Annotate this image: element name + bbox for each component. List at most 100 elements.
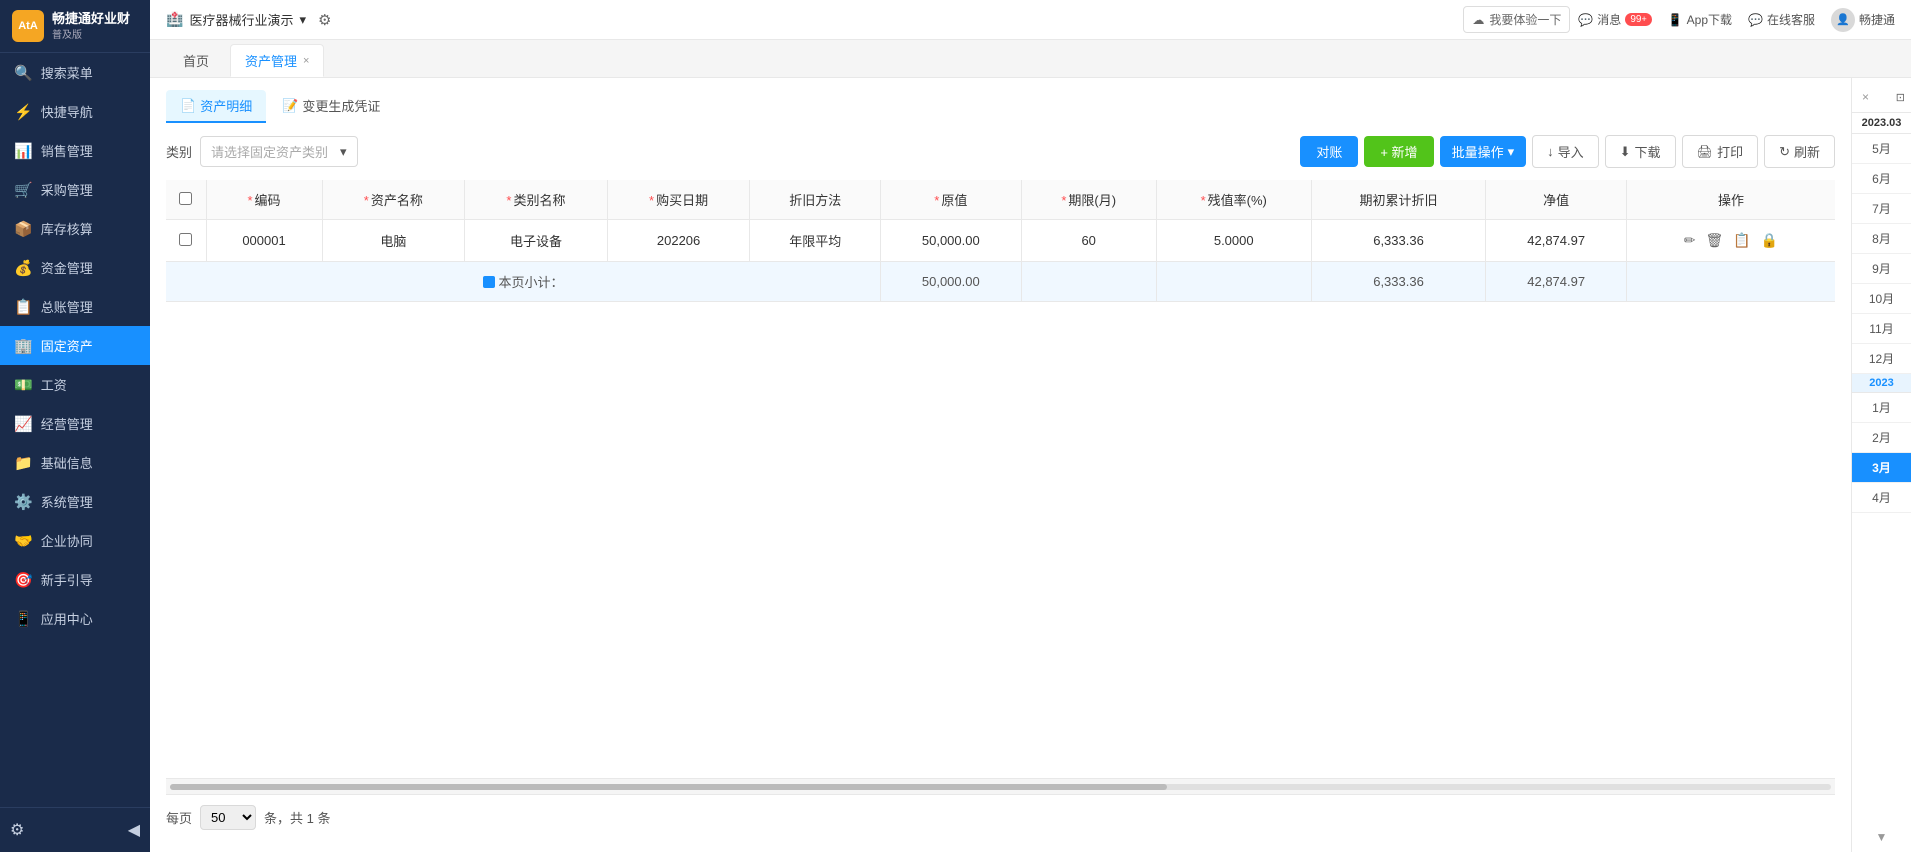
settings-button[interactable]: ⚙ (0, 814, 34, 846)
sidebar-item-sales[interactable]: 📊 销售管理 (0, 131, 150, 170)
collapse-button[interactable]: ◀ (118, 814, 150, 846)
horizontal-scrollbar[interactable] (166, 778, 1835, 794)
batch-ops-arrow-icon: ▾ (1508, 144, 1515, 160)
month-item-3[interactable]: 3月 (1852, 453, 1911, 483)
cell-checkbox (166, 220, 206, 262)
print-button[interactable]: 🖨 打印 (1682, 135, 1759, 168)
cell-net-value: 42,874.97 (1486, 220, 1627, 262)
per-page-select[interactable]: 50 100 200 (200, 805, 256, 830)
month-item-11[interactable]: 11月 (1852, 314, 1911, 344)
experience-button[interactable]: ☁ 我要体验一下 (1463, 6, 1570, 33)
new-button[interactable]: + 新增 (1364, 136, 1433, 167)
sidebar-item-system[interactable]: ⚙️ 系统管理 (0, 482, 150, 521)
panel-expand-icon[interactable]: ⊡ (1896, 91, 1905, 104)
sidebar-item-enterprise[interactable]: 🤝 企业协同 (0, 521, 150, 560)
month-item-10[interactable]: 10月 (1852, 284, 1911, 314)
company-selector[interactable]: 🏥 医疗器械行业演示 ▾ (166, 10, 306, 29)
table-row: 000001 电脑 电子设备 202206 年限平均 50,000.00 60 … (166, 220, 1835, 262)
ledger-icon: 📋 (14, 298, 33, 316)
cell-action: ✏ 🗑 📋 🔒 (1626, 220, 1835, 262)
sidebar-item-payroll[interactable]: 💵 工资 (0, 365, 150, 404)
right-panel: × ⊡ 2023.03 5月 6月 7月 8月 9月 10月 11月 12月 2… (1851, 78, 1911, 852)
month-item-9[interactable]: 9月 (1852, 254, 1911, 284)
month-item-8[interactable]: 8月 (1852, 224, 1911, 254)
month-item-12[interactable]: 12月 (1852, 344, 1911, 374)
basicinfo-icon: 📁 (14, 454, 33, 472)
subtotal-row: 本页小计： 50,000.00 6,333.36 42,874.97 (166, 262, 1835, 302)
quicknav-icon: ⚡ (14, 103, 33, 121)
avatar: 👤 (1831, 8, 1855, 32)
payroll-icon: 💵 (14, 376, 33, 394)
col-depreciation-method: 折旧方法 (750, 180, 881, 220)
cell-period: 60 (1021, 220, 1156, 262)
panel-close-icon[interactable]: × (1858, 86, 1873, 108)
subtotal-initial-accumulated: 6,333.36 (1311, 262, 1486, 302)
tab-home[interactable]: 首页 (166, 44, 226, 77)
sidebar-item-operations[interactable]: 📈 经营管理 (0, 404, 150, 443)
sidebar-item-guide[interactable]: 🎯 新手引导 (0, 560, 150, 599)
lock-button[interactable]: 🔒 (1759, 230, 1780, 251)
table-header-row: *编码 *资产名称 *类别名称 *购买日期 折旧方法 *原值 *期限(月) *残… (166, 180, 1835, 220)
copy-button[interactable]: 📋 (1731, 230, 1752, 251)
batch-ops-button[interactable]: 批量操作 ▾ (1440, 136, 1527, 167)
cell-name: 电脑 (322, 220, 465, 262)
tab-asset-management[interactable]: 资产管理 × (230, 44, 324, 77)
fixed-assets-icon: 🏢 (14, 337, 33, 355)
import-button[interactable]: ↓ 导入 (1532, 135, 1599, 168)
month-item-6[interactable]: 6月 (1852, 164, 1911, 194)
refresh-button[interactable]: ↻ 刷新 (1764, 135, 1835, 168)
month-item-5[interactable]: 5月 (1852, 134, 1911, 164)
col-initial-accumulated: 期初累计折旧 (1311, 180, 1486, 220)
delete-button[interactable]: 🗑 (1704, 230, 1726, 251)
right-panel-header: × ⊡ (1852, 82, 1911, 113)
sidebar-item-ledger[interactable]: 📋 总账管理 (0, 287, 150, 326)
month-item-7[interactable]: 7月 (1852, 194, 1911, 224)
sidebar-item-purchase[interactable]: 🛒 采购管理 (0, 170, 150, 209)
filter-label: 类别 (166, 142, 192, 161)
appcenter-icon: 📱 (14, 610, 33, 628)
app-download-button[interactable]: 📱 App下载 (1668, 11, 1732, 28)
sidebar-item-app-center[interactable]: 📱 应用中心 (0, 599, 150, 638)
online-service-button[interactable]: 💬 在线客服 (1748, 11, 1815, 28)
col-action: 操作 (1626, 180, 1835, 220)
col-checkbox (166, 180, 206, 220)
download-icon: 📱 (1668, 13, 1683, 27)
user-menu[interactable]: 👤 畅捷通 (1831, 8, 1895, 32)
sidebar-item-fund[interactable]: 💰 资金管理 (0, 248, 150, 287)
topbar: 🏥 医疗器械行业演示 ▾ ⚙ ☁ 我要体验一下 💬 消息 99+ 📱 App下载 (150, 0, 1911, 40)
category-filter[interactable]: 请选择固定资产类别 ▾ (200, 136, 358, 167)
tabbar: 首页 资产管理 × (150, 40, 1911, 78)
sidebar-item-quick-nav[interactable]: ⚡ 快捷导航 (0, 92, 150, 131)
print-icon: 🖨 (1697, 144, 1714, 160)
sidebar-logo: AtA 畅捷通好业财 普及版 (0, 0, 150, 53)
subtotal-net-value: 42,874.97 (1486, 262, 1627, 302)
reconcile-button[interactable]: 对账 (1300, 136, 1358, 167)
message-button[interactable]: 💬 消息 99+ (1578, 11, 1651, 28)
edit-button[interactable]: ✏ (1682, 230, 1698, 251)
subtabs: 📄 资产明细 📝 变更生成凭证 (166, 90, 1835, 123)
month-item-1[interactable]: 1月 (1852, 393, 1911, 423)
subtab-change-voucher[interactable]: 📝 变更生成凭证 (268, 90, 394, 123)
col-net-value: 净值 (1486, 180, 1627, 220)
right-panel-months: 5月 6月 7月 8月 9月 10月 11月 12月 2023 1月 2月 3月… (1852, 134, 1911, 513)
sidebar-item-search[interactable]: 🔍 搜索菜单 (0, 53, 150, 92)
subtab-asset-detail[interactable]: 📄 资产明细 (166, 90, 266, 123)
experience-icon: ☁ (1472, 13, 1484, 27)
tab-close-icon[interactable]: × (303, 55, 309, 67)
sidebar-item-inventory[interactable]: 📦 库存核算 (0, 209, 150, 248)
download-button[interactable]: ⬇ 下载 (1605, 135, 1676, 168)
month-item-4[interactable]: 4月 (1852, 483, 1911, 513)
settings-gear-icon[interactable]: ⚙ (314, 7, 335, 33)
row-checkbox[interactable] (179, 233, 192, 246)
pagination: 每页 50 100 200 条，共 1 条 (166, 794, 1835, 840)
year-divider: 2023 (1852, 374, 1911, 393)
sidebar-item-fixed-assets[interactable]: 🏢 固定资产 (0, 326, 150, 365)
col-period: *期限(月) (1021, 180, 1156, 220)
sidebar-item-basic-info[interactable]: 📁 基础信息 (0, 443, 150, 482)
sales-icon: 📊 (14, 142, 33, 160)
cell-code: 000001 (206, 220, 322, 262)
cell-residual-rate: 5.0000 (1156, 220, 1311, 262)
scroll-down-icon[interactable]: ▼ (1872, 826, 1892, 848)
month-item-2[interactable]: 2月 (1852, 423, 1911, 453)
select-all-checkbox[interactable] (179, 192, 192, 205)
